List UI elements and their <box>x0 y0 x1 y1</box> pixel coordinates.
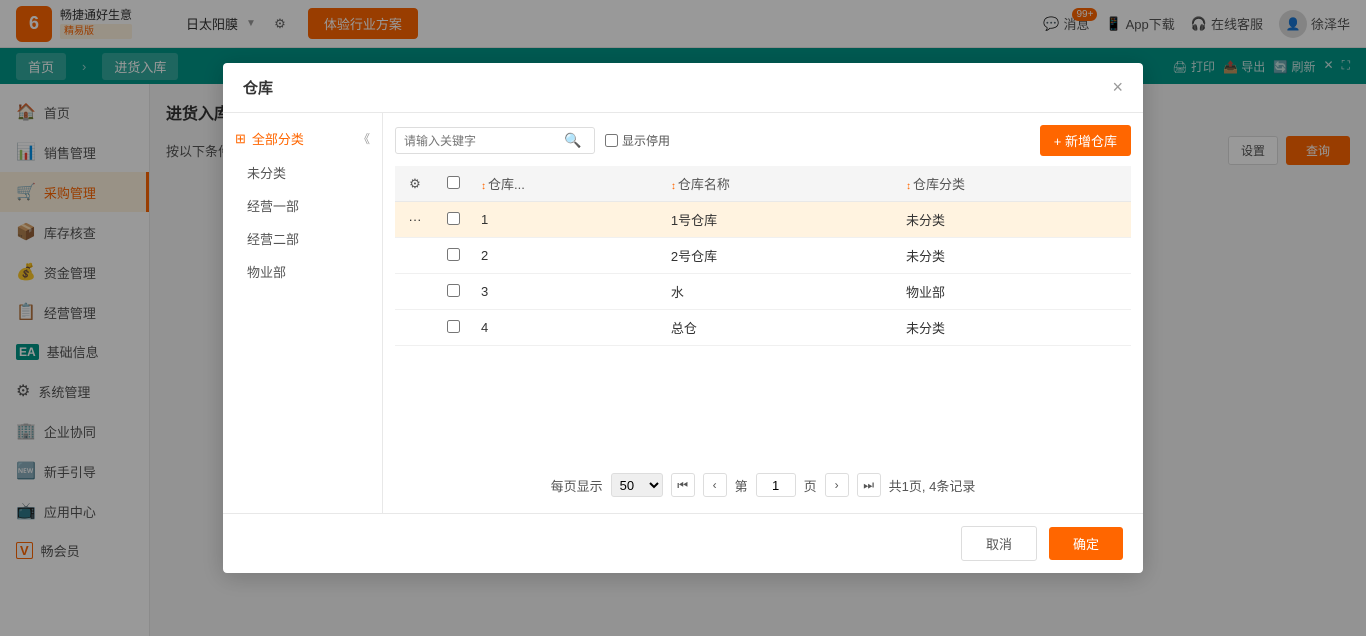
first-page-button[interactable]: ⏮ <box>671 473 695 497</box>
modal-title: 仓库 <box>243 77 273 98</box>
row-index: 1 <box>471 202 661 238</box>
category-item-ops2[interactable]: 经营二部 <box>223 222 382 255</box>
add-warehouse-button[interactable]: + 新增仓库 <box>1040 125 1131 156</box>
row-name: 总仓 <box>661 310 896 346</box>
col-index: ↕仓库... <box>471 166 661 202</box>
pagination: 每页显示 50 10 20 100 ⏮ ‹ 第 页 › ⏭ 共1页, 4条记录 <box>395 461 1131 501</box>
search-box: 🔍 <box>395 127 595 154</box>
modal-body: ⊞ 全部分类 《 未分类 经营一部 经营二部 物业部 🔍 <box>223 113 1143 513</box>
per-page-label: 每页显示 <box>551 476 603 495</box>
modal-footer: 取消 确定 <box>223 513 1143 573</box>
prev-page-button[interactable]: ‹ <box>703 473 727 497</box>
row-category: 物业部 <box>896 274 1131 310</box>
grid-icon: ⊞ <box>235 131 246 147</box>
table-panel: 🔍 显示停用 + 新增仓库 ⚙ <box>383 113 1143 513</box>
row-checkbox[interactable] <box>447 248 460 261</box>
row-category: 未分类 <box>896 202 1131 238</box>
search-input[interactable] <box>404 134 564 148</box>
col-category: ↕仓库分类 <box>896 166 1131 202</box>
per-page-select[interactable]: 50 10 20 100 <box>611 473 663 497</box>
collapse-icon[interactable]: 《 <box>358 130 370 147</box>
table-header-row: ⚙ ↕仓库... ↕仓库名称 <box>395 166 1131 202</box>
col-name: ↕仓库名称 <box>661 166 896 202</box>
category-item-property[interactable]: 物业部 <box>223 255 382 288</box>
select-all-checkbox[interactable] <box>447 176 460 189</box>
category-item-ops1[interactable]: 经营一部 <box>223 189 382 222</box>
page-label: 第 <box>735 476 748 495</box>
table-row[interactable]: 2 2号仓库 未分类 <box>395 238 1131 274</box>
row-checkbox-cell <box>435 274 471 310</box>
category-panel: ⊞ 全部分类 《 未分类 经营一部 经营二部 物业部 <box>223 113 383 513</box>
table-row[interactable]: ··· 1 1号仓库 未分类 <box>395 202 1131 238</box>
show-disabled-checkbox[interactable] <box>605 134 618 147</box>
row-checkbox-cell <box>435 310 471 346</box>
category-item-unclassified[interactable]: 未分类 <box>223 156 382 189</box>
table-row[interactable]: 4 总仓 未分类 <box>395 310 1131 346</box>
row-index: 2 <box>471 238 661 274</box>
row-actions: ··· <box>395 202 435 238</box>
warehouse-modal: 仓库 × ⊞ 全部分类 《 未分类 经营一部 经营二部 物业部 <box>223 63 1143 573</box>
page-suffix: 页 <box>804 476 817 495</box>
show-disabled-label: 显示停用 <box>605 132 670 149</box>
table-toolbar: 🔍 显示停用 + 新增仓库 <box>395 125 1131 156</box>
col-checkbox <box>435 166 471 202</box>
modal-header: 仓库 × <box>223 63 1143 113</box>
warehouse-table: ⚙ ↕仓库... ↕仓库名称 <box>395 166 1131 346</box>
row-code: 1号仓库 <box>661 202 896 238</box>
modal-overlay: 仓库 × ⊞ 全部分类 《 未分类 经营一部 经营二部 物业部 <box>0 0 1366 636</box>
cancel-button[interactable]: 取消 <box>961 526 1037 561</box>
sort-icon-cat: ↕ <box>906 181 911 192</box>
row-index: 3 <box>471 274 661 310</box>
row-actions <box>395 310 435 346</box>
modal-close-button[interactable]: × <box>1112 77 1123 98</box>
sort-icon-name: ↕ <box>671 181 676 192</box>
row-checkbox[interactable] <box>447 320 460 333</box>
table-row[interactable]: 3 水 物业部 <box>395 274 1131 310</box>
row-name: 2号仓库 <box>661 238 896 274</box>
row-checkbox[interactable] <box>447 284 460 297</box>
search-icon[interactable]: 🔍 <box>564 132 581 149</box>
row-category: 未分类 <box>896 310 1131 346</box>
next-page-button[interactable]: › <box>825 473 849 497</box>
sort-icon: ↕ <box>481 181 486 192</box>
row-checkbox[interactable] <box>447 212 460 225</box>
row-category: 未分类 <box>896 238 1131 274</box>
row-checkbox-cell <box>435 238 471 274</box>
row-checkbox-cell <box>435 202 471 238</box>
page-input[interactable] <box>756 473 796 497</box>
category-all-label: ⊞ 全部分类 <box>235 129 304 148</box>
confirm-button[interactable]: 确定 <box>1049 527 1123 560</box>
row-actions <box>395 238 435 274</box>
category-header[interactable]: ⊞ 全部分类 《 <box>223 121 382 156</box>
last-page-button[interactable]: ⏭ <box>857 473 881 497</box>
total-info: 共1页, 4条记录 <box>889 476 976 495</box>
col-settings: ⚙ <box>395 166 435 202</box>
row-index: 4 <box>471 310 661 346</box>
row-actions <box>395 274 435 310</box>
row-name: 水 <box>661 274 896 310</box>
table-container: ⚙ ↕仓库... ↕仓库名称 <box>395 166 1131 461</box>
